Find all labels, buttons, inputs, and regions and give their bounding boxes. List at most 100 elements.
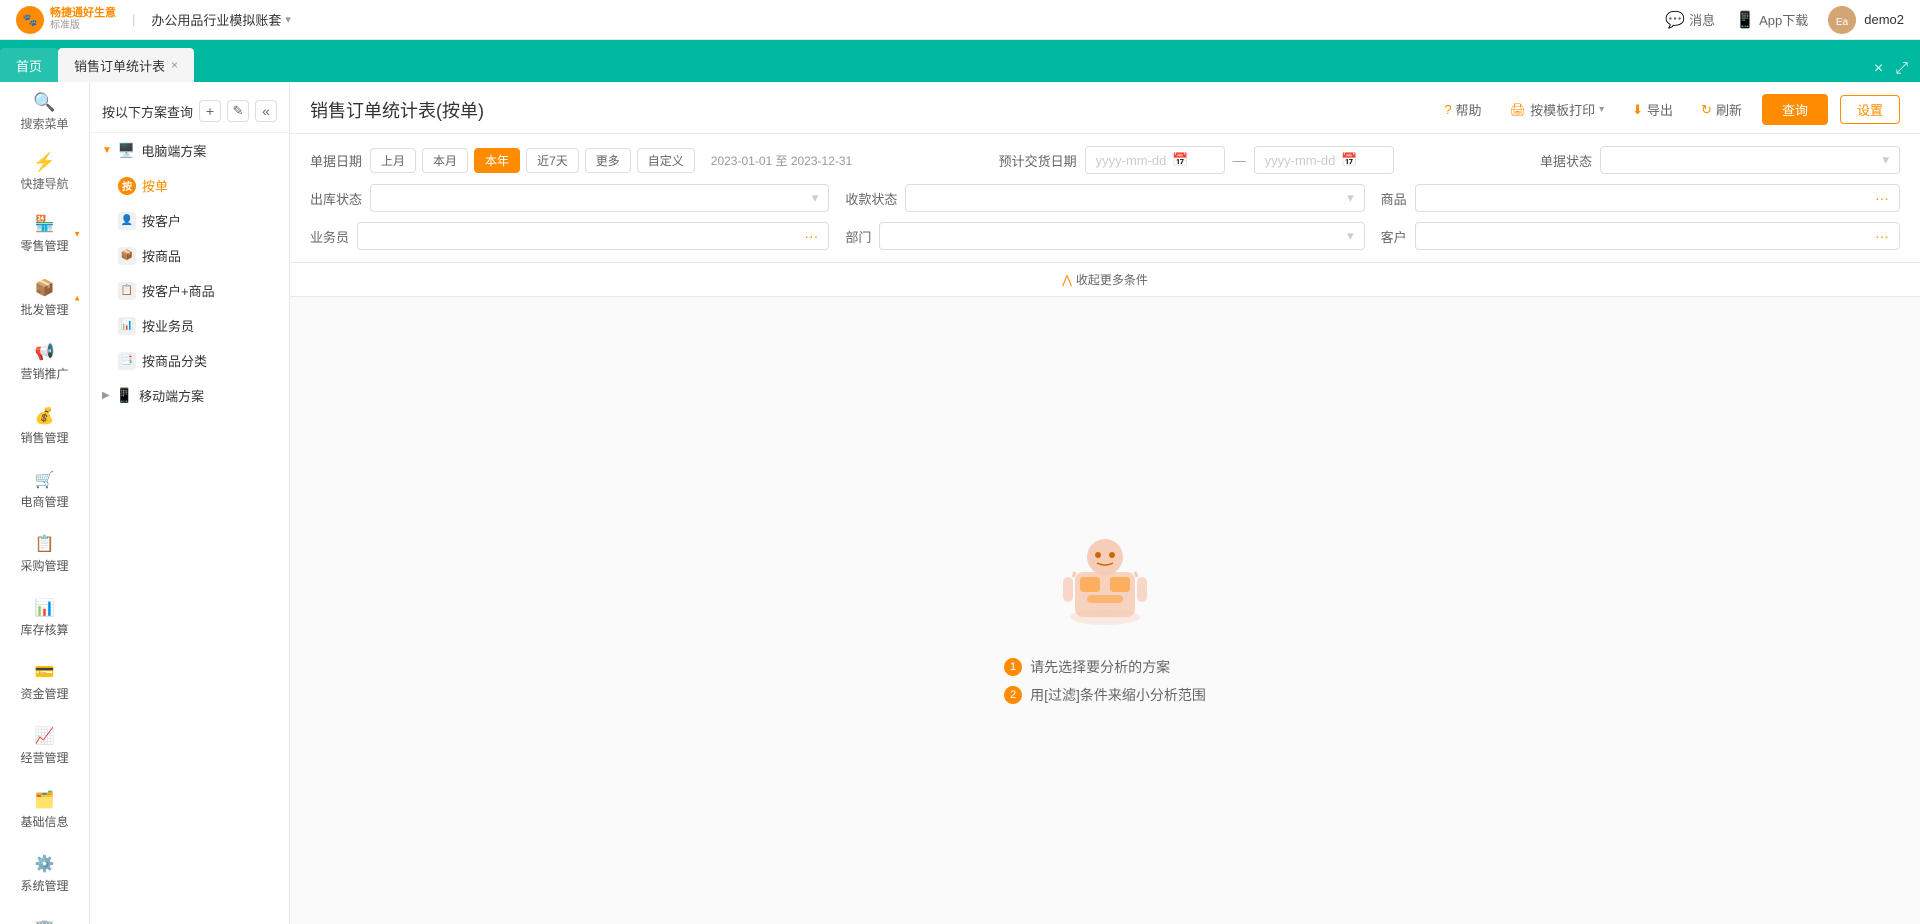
tree-group-mobile[interactable]: ▶ 📱 移动端方案 bbox=[90, 378, 289, 413]
salesperson-input[interactable]: ··· bbox=[357, 222, 829, 250]
export-btn[interactable]: ⬇ 导出 bbox=[1624, 96, 1681, 123]
expected-date-start[interactable]: yyyy-mm-dd 📅 bbox=[1085, 146, 1225, 174]
add-plan-btn[interactable]: + bbox=[199, 100, 221, 122]
tab-close-icon[interactable]: × bbox=[171, 58, 178, 72]
sidebar-quick-nav[interactable]: ⚡ 快捷导航 bbox=[0, 142, 89, 202]
tree-node-by-product[interactable]: 📦 按商品 bbox=[106, 238, 289, 273]
department-select[interactable]: ▾ bbox=[879, 222, 1364, 250]
customer-label: 客户 bbox=[1381, 227, 1407, 246]
setting-btn[interactable]: 设置 bbox=[1840, 95, 1900, 124]
tree-node-by-customer-label: 按客户 bbox=[142, 211, 181, 230]
empty-illustration bbox=[1045, 517, 1165, 637]
tab-window-controls: × ⤢ bbox=[1862, 60, 1920, 82]
salesperson-label: 业务员 bbox=[310, 227, 349, 246]
tip-text-1: 请先选择要分析的方案 bbox=[1030, 657, 1170, 677]
sidebar-label-inventory: 库存核算 bbox=[20, 621, 68, 638]
tab-home[interactable]: 首页 bbox=[0, 48, 58, 82]
template-print-btn[interactable]: 🖨 按模板打印 ▾ bbox=[1502, 96, 1613, 123]
print-dropdown-icon[interactable]: ▾ bbox=[1599, 104, 1604, 115]
customer-input[interactable]: ··· bbox=[1415, 222, 1900, 250]
page-title: 销售订单统计表(按单) bbox=[310, 97, 484, 123]
order-status-select[interactable]: ▾ bbox=[1600, 146, 1900, 174]
brand-name: 畅捷通好生意 bbox=[50, 7, 116, 20]
window-maximize-icon[interactable]: ⤢ bbox=[1895, 60, 1908, 78]
delivery-status-label: 出库状态 bbox=[310, 189, 362, 208]
mobile-group-icon: 📱 bbox=[116, 387, 133, 404]
product-label: 商品 bbox=[1381, 189, 1407, 208]
right-panel: 销售订单统计表(按单) ? 帮助 🖨 按模板打印 ▾ ⬇ bbox=[290, 82, 1920, 924]
date-btn-more[interactable]: 更多 bbox=[585, 148, 631, 173]
sidebar-item-retail[interactable]: 🏪 零售管理 ▼ bbox=[0, 202, 89, 266]
date-range-text: 2023-01-01 至 2023-12-31 bbox=[711, 152, 852, 169]
sidebar-search[interactable]: 🔍 搜索菜单 bbox=[0, 82, 89, 142]
sidebar-item-marketing[interactable]: 📢 营销推广 bbox=[0, 330, 89, 394]
product-dots[interactable]: ··· bbox=[1875, 190, 1889, 206]
message-btn[interactable]: 💬 消息 bbox=[1665, 10, 1715, 30]
department-label: 部门 bbox=[845, 227, 871, 246]
sidebar-item-system[interactable]: ⚙️ 系统管理 bbox=[0, 842, 89, 906]
expected-date-filter: 预计交货日期 yyyy-mm-dd 📅 — yyyy-mm-dd 📅 bbox=[999, 146, 1394, 174]
date-btn-this-month[interactable]: 本月 bbox=[422, 148, 468, 173]
by-order-icon: 按 bbox=[118, 177, 136, 195]
tree-node-by-cust-prod[interactable]: 📋 按客户+商品 bbox=[106, 273, 289, 308]
edit-plan-btn[interactable]: ✎ bbox=[227, 100, 249, 122]
tree-node-by-prod-cat[interactable]: 📑 按商品分类 bbox=[106, 343, 289, 378]
collapse-panel-btn[interactable]: « bbox=[255, 100, 277, 122]
desktop-group-icon: 🖥️ bbox=[118, 142, 135, 159]
tree-group-desktop[interactable]: ▼ 🖥️ 电脑端方案 bbox=[90, 133, 289, 168]
finance-icon: 💳 bbox=[35, 662, 55, 682]
search-btn[interactable]: 查询 bbox=[1762, 94, 1828, 125]
workspace-selector[interactable]: 办公用品行业模拟账套 ▾ bbox=[151, 10, 291, 29]
salesperson-dots[interactable]: ··· bbox=[804, 228, 818, 244]
tree-group-mobile-label: 移动端方案 bbox=[139, 386, 204, 405]
page-layout: 按以下方案查询 + ✎ « ▼ 🖥️ 电脑端方案 按 bbox=[90, 82, 1920, 924]
date-btn-last-month[interactable]: 上月 bbox=[370, 148, 416, 173]
sidebar-label-ecommerce: 电商管理 bbox=[20, 493, 68, 510]
collapse-bar[interactable]: ⋀ 收起更多条件 bbox=[290, 263, 1920, 297]
filter-area: 单据日期 上月 本月 本年 近7天 更多 自定义 2023-01-01 至 20… bbox=[290, 134, 1920, 263]
expected-date-end[interactable]: yyyy-mm-dd 📅 bbox=[1254, 146, 1394, 174]
page-header-actions: ? 帮助 🖨 按模板打印 ▾ ⬇ 导出 ↻ bbox=[1436, 94, 1900, 125]
date-btn-custom[interactable]: 自定义 bbox=[637, 148, 695, 173]
delivery-status-select[interactable]: ▾ bbox=[370, 184, 829, 212]
enterprise-icon: 🏢 bbox=[35, 918, 55, 924]
avatar bbox=[1828, 6, 1856, 34]
sidebar-item-operation[interactable]: 📈 经营管理 bbox=[0, 714, 89, 778]
product-input[interactable]: ··· bbox=[1415, 184, 1900, 212]
date-btn-group: 上月 本月 本年 近7天 更多 自定义 bbox=[370, 148, 695, 173]
customer-dots[interactable]: ··· bbox=[1875, 228, 1889, 244]
date-btn-this-year[interactable]: 本年 bbox=[474, 148, 520, 173]
by-cust-prod-icon: 📋 bbox=[118, 282, 136, 300]
content-area: 按以下方案查询 + ✎ « ▼ 🖥️ 电脑端方案 按 bbox=[90, 82, 1920, 924]
help-btn[interactable]: ? 帮助 bbox=[1436, 96, 1489, 123]
tree-node-by-customer[interactable]: 👤 按客户 bbox=[106, 203, 289, 238]
sidebar-item-enterprise[interactable]: 🏢 企业协同 bbox=[0, 906, 89, 924]
window-close-icon[interactable]: × bbox=[1874, 60, 1883, 78]
tree-children-desktop: 按 按单 👤 按客户 📦 按商品 📋 bbox=[90, 168, 289, 378]
wholesale-icon: 📦 bbox=[35, 278, 55, 298]
tree-mobile-expand-icon: ▶ bbox=[102, 390, 110, 401]
sidebar-item-sales[interactable]: 💰 销售管理 bbox=[0, 394, 89, 458]
sidebar-item-inventory[interactable]: 📊 库存核算 bbox=[0, 586, 89, 650]
date-btn-last-7[interactable]: 近7天 bbox=[526, 148, 579, 173]
payment-status-select[interactable]: ▾ bbox=[905, 184, 1364, 212]
sidebar-item-wholesale[interactable]: 📦 批发管理 ▲ bbox=[0, 266, 89, 330]
tab-sales-stats[interactable]: 销售订单统计表 × bbox=[58, 48, 194, 82]
tree-node-by-salesperson[interactable]: 📊 按业务员 bbox=[106, 308, 289, 343]
sidebar-item-ecommerce[interactable]: 🛒 电商管理 bbox=[0, 458, 89, 522]
sidebar-item-finance[interactable]: 💳 资金管理 bbox=[0, 650, 89, 714]
by-salesperson-icon: 📊 bbox=[118, 317, 136, 335]
department-filter: 部门 ▾ bbox=[845, 222, 1364, 250]
app-download-btn[interactable]: 📱 App下载 bbox=[1735, 10, 1808, 30]
sidebar-label-marketing: 营销推广 bbox=[20, 365, 68, 382]
refresh-btn[interactable]: ↻ 刷新 bbox=[1693, 96, 1750, 123]
retail-icon: 🏪 bbox=[35, 214, 55, 234]
sidebar-item-purchase[interactable]: 📋 采购管理 bbox=[0, 522, 89, 586]
by-product-icon: 📦 bbox=[118, 247, 136, 265]
tree-node-by-order[interactable]: 按 按单 bbox=[106, 168, 289, 203]
sidebar-label-operation: 经营管理 bbox=[20, 749, 68, 766]
user-area[interactable]: demo2 bbox=[1828, 6, 1904, 34]
sidebar-item-basic[interactable]: 🗂️ 基础信息 bbox=[0, 778, 89, 842]
empty-state: 1 请先选择要分析的方案 2 用[过滤]条件来缩小分析范围 bbox=[290, 297, 1920, 924]
tip-num-2: 2 bbox=[1004, 686, 1022, 704]
